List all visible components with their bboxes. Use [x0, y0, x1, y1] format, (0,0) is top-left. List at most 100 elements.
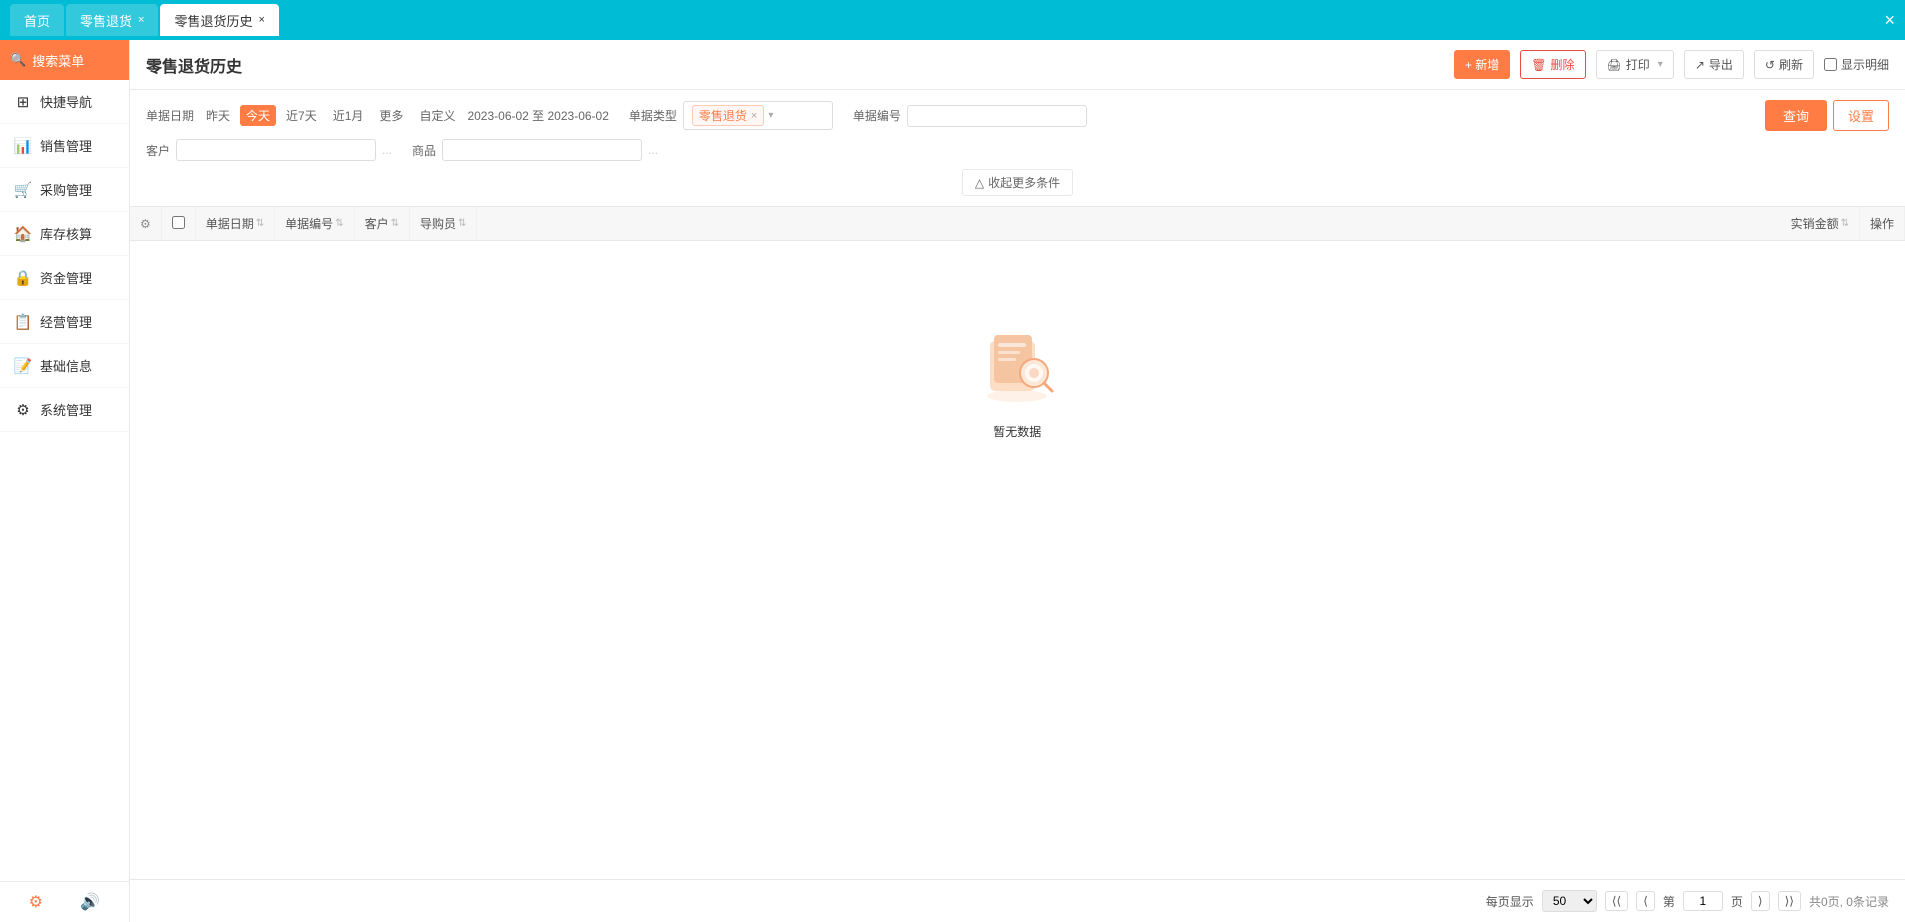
table-header: ⚙ 单据日期 ⇅ 单据编号 [130, 207, 1905, 241]
sidebar-audio-button[interactable]: 🔊 [80, 892, 100, 912]
th-date-sort[interactable]: 单据日期 ⇅ [206, 215, 264, 232]
inventory-icon: 🏠 [14, 225, 32, 243]
collapse-button[interactable]: △ 收起更多条件 [962, 169, 1073, 196]
th-gear: ⚙ [130, 207, 161, 241]
sidebar-search[interactable]: 🔍 搜索菜单 [0, 40, 129, 80]
sidebar-item-finance[interactable]: 🔒 资金管理 [0, 256, 129, 300]
th-customer-sort[interactable]: 客户 ⇅ [365, 215, 399, 232]
goods-dots[interactable]: ... [648, 143, 658, 157]
sidebar-item-quick-nav-label: 快捷导航 [40, 92, 92, 111]
tab-retail-return-close[interactable]: × [138, 14, 144, 26]
th-amount-sort[interactable]: 实销金额 ⇅ [487, 215, 1849, 232]
select-all-checkbox[interactable] [172, 216, 185, 229]
search-icon: 🔍 [10, 52, 26, 68]
type-filter-select[interactable]: 零售退货 × ▾ [683, 101, 833, 130]
page-next-button[interactable]: ⟩ [1751, 891, 1770, 911]
empty-row: 暂无数据 [130, 241, 1905, 521]
type-filter-tag: 零售退货 × [692, 105, 764, 126]
tab-retail-return-label: 零售退货 [80, 11, 132, 30]
print-button[interactable]: 🖨 打印 ▾ [1596, 50, 1674, 79]
main-layout: 🔍 搜索菜单 ⊞ 快捷导航 📊 销售管理 🛒 采购管理 🏠 库存核算 🔒 资金管… [0, 40, 1905, 922]
date-btn-more[interactable]: 更多 [373, 105, 409, 126]
basic-info-icon: 📝 [14, 357, 32, 375]
page-header: 零售退货历史 + 新增 🗑 删除 🖨 打印 ▾ ↗ 导出 [130, 40, 1905, 90]
th-guide-sort[interactable]: 导购员 ⇅ [420, 215, 466, 232]
settings-button[interactable]: 设置 [1833, 100, 1889, 131]
new-button-label: + 新增 [1465, 56, 1499, 73]
date-filter-buttons: 昨天 今天 近7天 近1月 更多 自定义 [200, 105, 461, 126]
system-mgmt-icon: ⚙ [14, 401, 32, 419]
filter-row-2: 客户 ... 商品 ... [146, 139, 1889, 161]
th-ops: 操作 [1859, 207, 1904, 241]
tab-retail-return[interactable]: 零售退货 × [66, 4, 158, 36]
page-last-button[interactable]: ⟩⟩ [1778, 891, 1801, 911]
number-filter-input[interactable] [907, 105, 1087, 127]
show-detail-toggle[interactable]: 显示明细 [1824, 56, 1889, 73]
th-date-label: 单据日期 [206, 215, 254, 232]
date-range-display: 2023-06-02 至 2023-06-02 [467, 107, 608, 124]
th-customer: 客户 ⇅ [354, 207, 409, 241]
export-button[interactable]: ↗ 导出 [1684, 50, 1744, 79]
tab-retail-return-history[interactable]: 零售退货历史 × [160, 4, 278, 36]
new-button[interactable]: + 新增 [1454, 50, 1510, 79]
sidebar-item-purchase-mgmt[interactable]: 🛒 采购管理 [0, 168, 129, 212]
sidebar-item-operations-label: 经营管理 [40, 312, 92, 331]
delete-button-label: 删除 [1551, 56, 1575, 73]
page-title: 零售退货历史 [146, 53, 242, 77]
th-ops-label: 操作 [1870, 217, 1894, 231]
number-filter-label: 单据编号 [853, 107, 901, 124]
window-close-button[interactable]: × [1884, 10, 1895, 31]
tab-retail-return-history-close[interactable]: × [258, 14, 264, 26]
page-suffix: 页 [1731, 893, 1743, 910]
refresh-button[interactable]: ↺ 刷新 [1754, 50, 1814, 79]
tab-home[interactable]: 首页 [10, 4, 64, 36]
th-guide-label: 导购员 [420, 215, 456, 232]
th-customer-label: 客户 [365, 215, 389, 232]
export-button-label: 导出 [1709, 56, 1733, 73]
date-btn-7days[interactable]: 近7天 [280, 105, 323, 126]
sidebar-item-inventory-label: 库存核算 [40, 224, 92, 243]
date-btn-today[interactable]: 今天 [240, 105, 276, 126]
delete-button[interactable]: 🗑 删除 [1520, 50, 1585, 79]
th-number-sort[interactable]: 单据编号 ⇅ [285, 215, 343, 232]
page-number-input[interactable] [1683, 891, 1723, 911]
sidebar-item-inventory[interactable]: 🏠 库存核算 [0, 212, 129, 256]
sidebar-item-finance-label: 资金管理 [40, 268, 92, 287]
goods-filter-label: 商品 [412, 142, 436, 159]
date-btn-yesterday[interactable]: 昨天 [200, 105, 236, 126]
sidebar-item-operations[interactable]: 📋 经营管理 [0, 300, 129, 344]
print-button-label: 打印 [1626, 56, 1650, 73]
sidebar-item-sales-mgmt[interactable]: 📊 销售管理 [0, 124, 129, 168]
th-checkbox [161, 207, 195, 241]
gear-icon[interactable]: ⚙ [140, 217, 151, 231]
type-filter-arrow: ▾ [768, 110, 773, 121]
sidebar-item-system-mgmt[interactable]: ⚙ 系统管理 [0, 388, 129, 432]
th-number: 单据编号 ⇅ [275, 207, 354, 241]
operations-icon: 📋 [14, 313, 32, 331]
show-detail-checkbox[interactable] [1824, 58, 1837, 71]
goods-filter-input[interactable] [442, 139, 642, 161]
customer-filter-item: 客户 ... [146, 139, 392, 161]
date-btn-custom[interactable]: 自定义 [413, 105, 461, 126]
date-filter-item: 单据日期 昨天 今天 近7天 近1月 更多 自定义 2023-06-02 至 2… [146, 105, 609, 126]
sidebar-item-quick-nav[interactable]: ⊞ 快捷导航 [0, 80, 129, 124]
customer-dots[interactable]: ... [382, 143, 392, 157]
sidebar-bottom: ⚙ 🔊 [0, 881, 129, 922]
sidebar-item-basic-info[interactable]: 📝 基础信息 [0, 344, 129, 388]
table-area: ⚙ 单据日期 ⇅ 单据编号 [130, 207, 1905, 879]
type-filter-tag-close[interactable]: × [751, 110, 757, 122]
table-body: 暂无数据 [130, 241, 1905, 521]
table-header-row: ⚙ 单据日期 ⇅ 单据编号 [130, 207, 1905, 241]
sidebar-settings-button[interactable]: ⚙ [29, 892, 43, 912]
date-btn-1month[interactable]: 近1月 [327, 105, 370, 126]
empty-cell: 暂无数据 [130, 241, 1905, 521]
print-arrow-icon: ▾ [1658, 59, 1663, 70]
query-button[interactable]: 查询 [1765, 100, 1827, 131]
page-size-select[interactable]: 50 10 20 100 [1542, 890, 1597, 912]
show-detail-label: 显示明细 [1841, 56, 1889, 73]
customer-filter-input[interactable] [176, 139, 376, 161]
page-first-button[interactable]: ⟨⟨ [1605, 891, 1628, 911]
tab-home-label: 首页 [24, 11, 50, 30]
page-prev-button[interactable]: ⟨ [1636, 891, 1655, 911]
th-date: 单据日期 ⇅ [195, 207, 274, 241]
